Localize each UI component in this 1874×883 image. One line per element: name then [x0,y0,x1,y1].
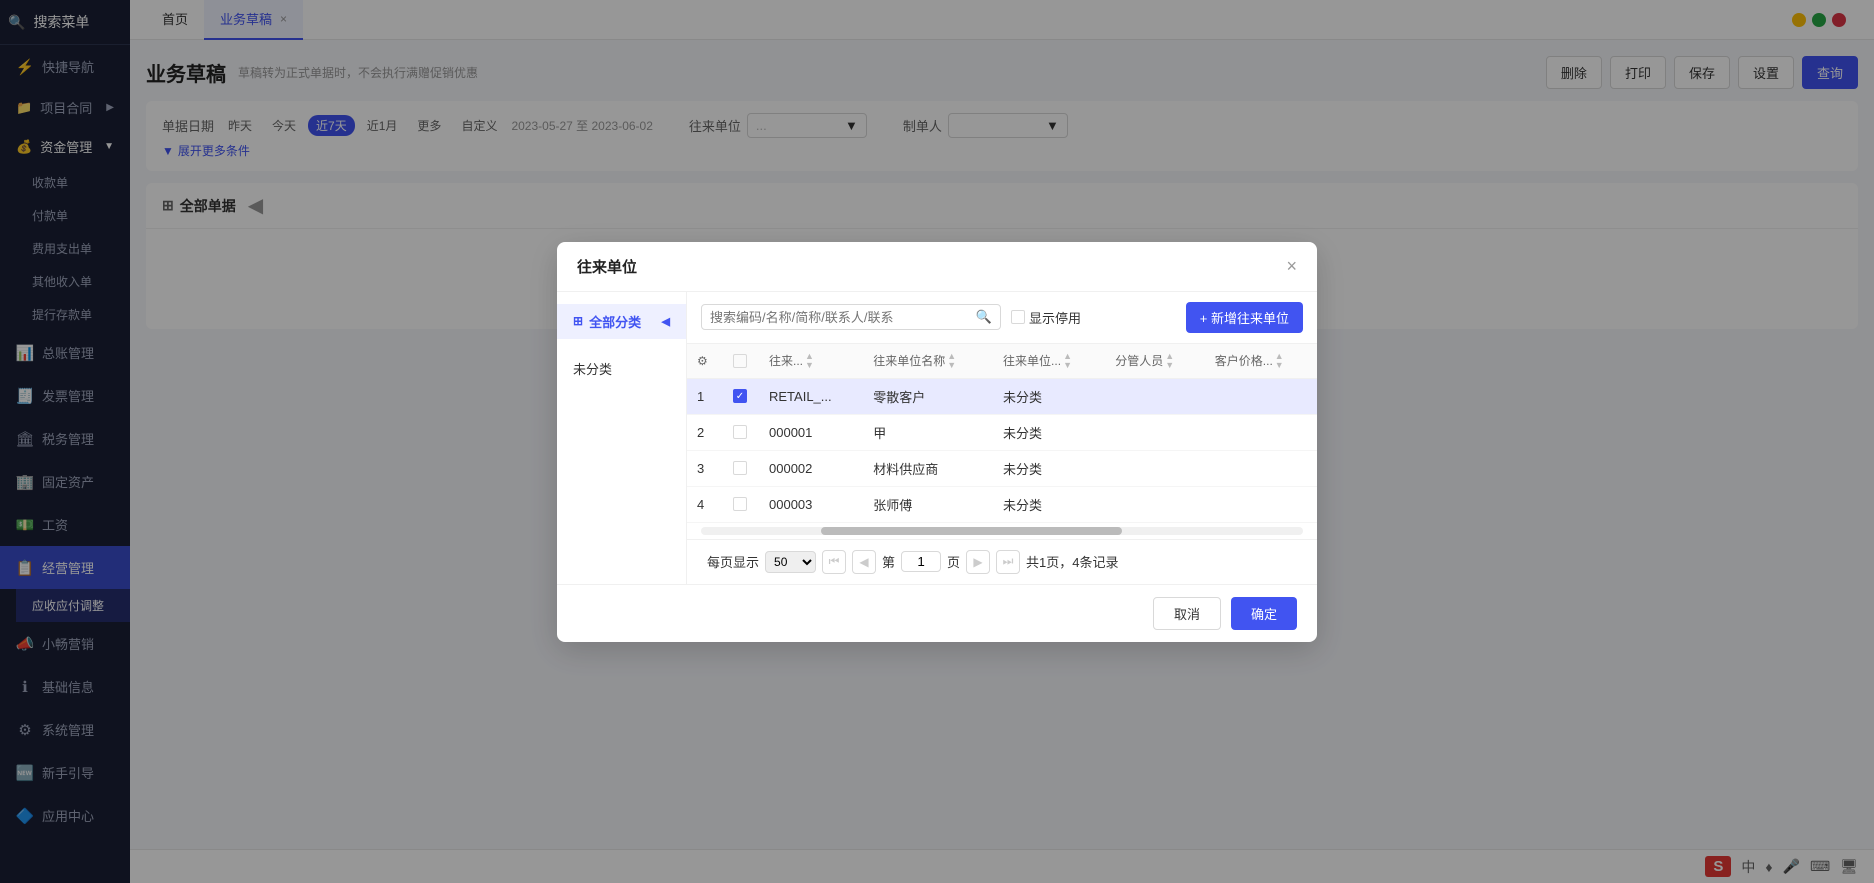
th-price-level: 客户价格... ▲▼ [1205,344,1317,379]
modal-body: ⊞ 全部分类 ◀ 未分类 🔍 [557,292,1317,584]
page-size-label: 每页显示 [707,552,759,571]
code-sort-arrows: ▲▼ [805,352,814,370]
modal-close-button[interactable]: × [1286,256,1297,277]
th-checkbox [723,344,759,379]
modal-table-body: 1 ✓ RETAIL_... 零散客户 未分类 [687,378,1317,522]
modal-title: 往来单位 [577,256,637,277]
row2-name: 甲 [863,414,993,450]
row2-num: 2 [687,414,723,450]
pagination: 每页显示 50 100 ⏮ ◀ 第 页 ▶ ⏭ 共1页，4条记录 [707,550,1119,574]
modal-footer: 每页显示 50 100 ⏮ ◀ 第 页 ▶ ⏭ 共1页，4条记录 [687,539,1317,584]
row1-category: 未分类 [993,378,1105,414]
horizontal-scrollbar[interactable] [701,527,1303,535]
row2-salesperson [1105,414,1205,450]
row4-checkbox[interactable] [723,486,759,522]
row2-checkbox[interactable] [723,414,759,450]
modal-sidebar: ⊞ 全部分类 ◀ 未分类 [557,292,687,584]
modal-table-wrap: ⚙ 往来... ▲▼ [687,344,1317,523]
search-icon: 🔍 [976,309,992,325]
modal-header: 往来单位 × [557,242,1317,292]
row2-code: 000001 [759,414,863,450]
row4-code: 000003 [759,486,863,522]
row4-salesperson [1105,486,1205,522]
row3-code: 000002 [759,450,863,486]
modal-sidebar-uncategorized[interactable]: 未分类 [557,351,686,386]
modal-table: ⚙ 往来... ▲▼ [687,344,1317,523]
row4-category: 未分类 [993,486,1105,522]
row1-check[interactable]: ✓ [733,389,747,403]
grid-small-icon: ⊞ [573,314,583,328]
table-row[interactable]: 2 000001 甲 未分类 [687,414,1317,450]
search-box[interactable]: 🔍 [701,304,1001,330]
row2-check[interactable] [733,425,747,439]
modal-main-content: 🔍 显示停用 + 新增往来单位 ⚙ [687,292,1317,584]
row4-price [1205,486,1317,522]
row3-price [1205,450,1317,486]
scrollbar-thumb[interactable] [821,527,1122,535]
modal-table-header-row: ⚙ 往来... ▲▼ [687,344,1317,379]
show-disabled-checkbox[interactable] [1011,310,1025,324]
category-sort-arrows: ▲▼ [1063,352,1072,370]
th-salesperson: 分管人员 ▲▼ [1105,344,1205,379]
select-all-checkbox[interactable] [733,354,747,368]
row1-num: 1 [687,378,723,414]
partner-modal: 往来单位 × ⊞ 全部分类 ◀ 未分类 [557,242,1317,642]
table-row[interactable]: 1 ✓ RETAIL_... 零散客户 未分类 [687,378,1317,414]
prev-page-button[interactable]: ◀ [852,550,876,574]
code-sort[interactable]: 往来... ▲▼ [769,352,853,370]
page-input[interactable] [901,551,941,572]
cancel-button[interactable]: 取消 [1153,597,1221,630]
table-row[interactable]: 3 000002 材料供应商 未分类 [687,450,1317,486]
modal-toolbar: 🔍 显示停用 + 新增往来单位 [687,292,1317,344]
th-category: 往来单位... ▲▼ [993,344,1105,379]
salesperson-sort-arrows: ▲▼ [1165,352,1174,370]
name-sort[interactable]: 往来单位名称 ▲▼ [873,352,983,370]
confirm-button[interactable]: 确定 [1231,597,1297,630]
row1-code: RETAIL_... [759,378,863,414]
total-records: 共1页，4条记录 [1026,552,1118,571]
page-label: 页 [947,552,960,571]
th-name: 往来单位名称 ▲▼ [863,344,993,379]
next-page-button[interactable]: ▶ [966,550,990,574]
row3-check[interactable] [733,461,747,475]
row4-check[interactable] [733,497,747,511]
row3-category: 未分类 [993,450,1105,486]
row3-checkbox[interactable] [723,450,759,486]
modal-overlay[interactable]: 往来单位 × ⊞ 全部分类 ◀ 未分类 [0,0,1874,883]
category-sort[interactable]: 往来单位... ▲▼ [1003,352,1095,370]
row3-salesperson [1105,450,1205,486]
first-page-button[interactable]: ⏮ [822,550,846,574]
row1-price [1205,378,1317,414]
page-word: 第 [882,552,895,571]
price-sort[interactable]: 客户价格... ▲▼ [1215,352,1307,370]
row1-salesperson [1105,378,1205,414]
th-code: 往来... ▲▼ [759,344,863,379]
modal-sidebar-all[interactable]: ⊞ 全部分类 ◀ [557,304,686,339]
price-sort-arrows: ▲▼ [1275,352,1284,370]
row2-price [1205,414,1317,450]
row3-num: 3 [687,450,723,486]
th-settings: ⚙ [687,344,723,379]
check-mark: ✓ [736,391,744,402]
collapse-left-icon[interactable]: ◀ [662,315,670,328]
salesperson-sort[interactable]: 分管人员 ▲▼ [1115,352,1195,370]
last-page-button[interactable]: ⏭ [996,550,1020,574]
row3-name: 材料供应商 [863,450,993,486]
modal-button-area: 取消 确定 [557,584,1317,642]
settings-icon[interactable]: ⚙ [697,354,708,368]
search-input[interactable] [710,310,970,325]
page-size-select[interactable]: 50 100 [765,551,816,573]
row1-name: 零散客户 [863,378,993,414]
table-row[interactable]: 4 000003 张师傅 未分类 [687,486,1317,522]
row4-num: 4 [687,486,723,522]
modal-table-head: ⚙ 往来... ▲▼ [687,344,1317,379]
modal-sidebar-label [557,339,686,351]
row4-name: 张师傅 [863,486,993,522]
name-sort-arrows: ▲▼ [947,352,956,370]
show-disabled-label[interactable]: 显示停用 [1011,308,1081,327]
row2-category: 未分类 [993,414,1105,450]
new-partner-button[interactable]: + 新增往来单位 [1186,302,1303,333]
row1-checkbox[interactable]: ✓ [723,378,759,414]
